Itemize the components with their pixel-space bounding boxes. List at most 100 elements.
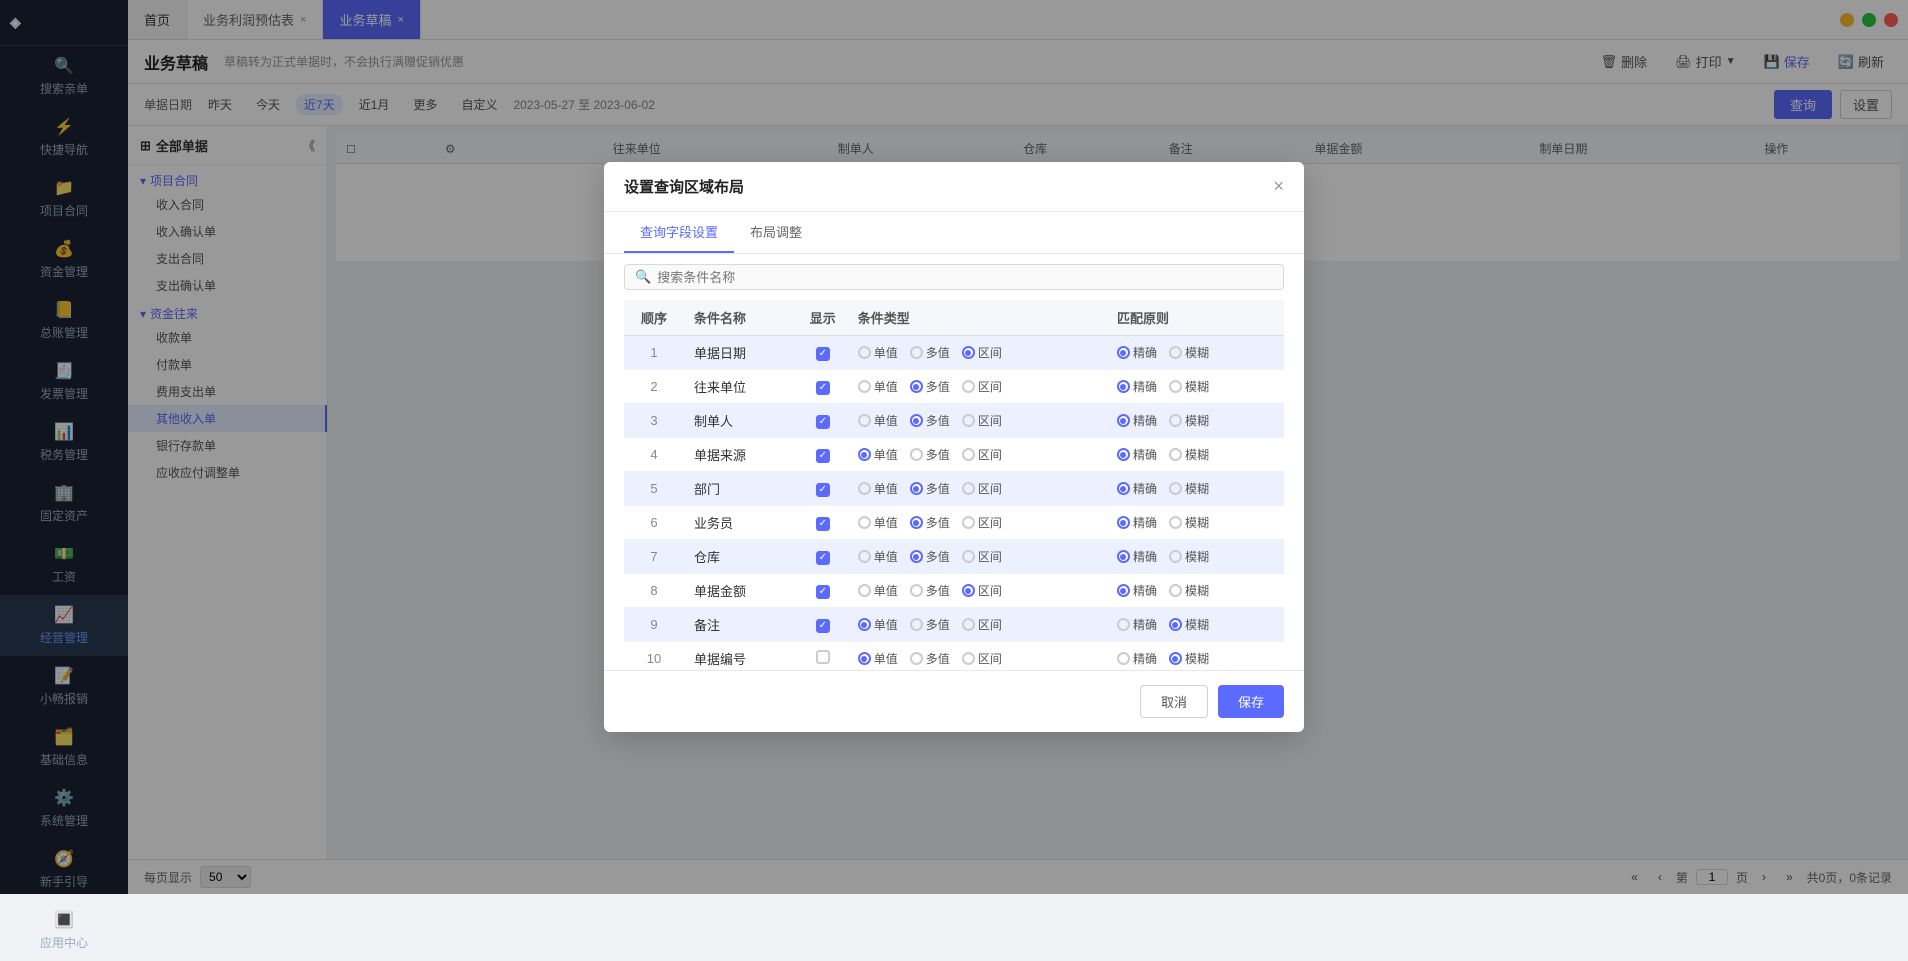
condition-single-radio[interactable]: 单值 (858, 378, 898, 395)
condition-single-radio[interactable]: 单值 (858, 582, 898, 599)
match-fuzzy-radio[interactable]: 模糊 (1169, 548, 1209, 565)
modal-tab-query-fields[interactable]: 查询字段设置 (624, 212, 734, 253)
condition-multi-radio[interactable]: 多值 (910, 412, 950, 429)
condition-range-radio[interactable]: 区间 (962, 480, 1002, 497)
checkbox-checked[interactable] (816, 347, 830, 361)
radio-circle (858, 380, 871, 393)
row-show-checkbox[interactable] (798, 404, 848, 438)
condition-multi-radio[interactable]: 多值 (910, 650, 950, 667)
match-exact-radio[interactable]: 精确 (1117, 344, 1157, 361)
match-exact-radio[interactable]: 精确 (1117, 378, 1157, 395)
condition-range-radio[interactable]: 区间 (962, 412, 1002, 429)
condition-single-radio[interactable]: 单值 (858, 548, 898, 565)
condition-single-radio[interactable]: 单值 (858, 514, 898, 531)
modal-close-button[interactable]: × (1273, 176, 1284, 197)
checkbox-checked[interactable] (816, 551, 830, 565)
condition-multi-radio[interactable]: 多值 (910, 344, 950, 361)
match-fuzzy-radio[interactable]: 模糊 (1169, 650, 1209, 667)
condition-multi-radio[interactable]: 多值 (910, 616, 950, 633)
row-condition-type: 单值多值区间 (848, 506, 1107, 540)
match-fuzzy-radio[interactable]: 模糊 (1169, 344, 1209, 361)
row-condition-type: 单值多值区间 (848, 574, 1107, 608)
condition-single-radio[interactable]: 单值 (858, 344, 898, 361)
condition-range-radio[interactable]: 区间 (962, 514, 1002, 531)
radio-circle (1117, 414, 1130, 427)
condition-single-radio[interactable]: 单值 (858, 616, 898, 633)
match-exact-radio[interactable]: 精确 (1117, 412, 1157, 429)
row-show-checkbox[interactable] (798, 472, 848, 506)
row-show-checkbox[interactable] (798, 540, 848, 574)
match-exact-radio[interactable]: 精确 (1117, 480, 1157, 497)
condition-range-radio[interactable]: 区间 (962, 446, 1002, 463)
checkbox-checked[interactable] (816, 619, 830, 633)
row-show-checkbox[interactable] (798, 642, 848, 671)
checkbox-checked[interactable] (816, 449, 830, 463)
radio-circle (1117, 346, 1130, 359)
condition-single-radio[interactable]: 单值 (858, 650, 898, 667)
condition-multi-radio[interactable]: 多值 (910, 378, 950, 395)
row-show-checkbox[interactable] (798, 336, 848, 370)
row-condition-name: 单据日期 (684, 336, 798, 370)
condition-multi-radio[interactable]: 多值 (910, 480, 950, 497)
radio-circle (962, 550, 975, 563)
condition-single-radio[interactable]: 单值 (858, 412, 898, 429)
radio-circle (962, 448, 975, 461)
checkbox-checked[interactable] (816, 585, 830, 599)
match-principle-group: 精确模糊 (1117, 616, 1274, 633)
row-condition-type: 单值多值区间 (848, 336, 1107, 370)
radio-circle (1117, 618, 1130, 631)
condition-single-radio[interactable]: 单值 (858, 446, 898, 463)
row-condition-type: 单值多值区间 (848, 438, 1107, 472)
row-show-checkbox[interactable] (798, 370, 848, 404)
row-order: 1 (624, 336, 684, 370)
checkbox-checked[interactable] (816, 483, 830, 497)
checkbox-checked[interactable] (816, 415, 830, 429)
row-show-checkbox[interactable] (798, 574, 848, 608)
match-exact-radio[interactable]: 精确 (1117, 650, 1157, 667)
checkbox-checked[interactable] (816, 517, 830, 531)
row-order: 10 (624, 642, 684, 671)
condition-single-radio[interactable]: 单值 (858, 480, 898, 497)
match-exact-radio[interactable]: 精确 (1117, 446, 1157, 463)
search-input[interactable] (657, 270, 897, 285)
row-condition-name: 备注 (684, 608, 798, 642)
row-show-checkbox[interactable] (798, 438, 848, 472)
cancel-button[interactable]: 取消 (1140, 685, 1208, 718)
condition-range-radio[interactable]: 区间 (962, 650, 1002, 667)
condition-range-radio[interactable]: 区间 (962, 378, 1002, 395)
row-order: 2 (624, 370, 684, 404)
row-match-principle: 精确模糊 (1107, 574, 1284, 608)
condition-multi-radio[interactable]: 多值 (910, 582, 950, 599)
match-exact-radio[interactable]: 精确 (1117, 548, 1157, 565)
modal-col-condition: 条件类型 (848, 300, 1107, 336)
match-fuzzy-radio[interactable]: 模糊 (1169, 412, 1209, 429)
save-confirm-button[interactable]: 保存 (1218, 685, 1284, 718)
row-show-checkbox[interactable] (798, 506, 848, 540)
radio-circle (1117, 652, 1130, 665)
condition-range-radio[interactable]: 区间 (962, 548, 1002, 565)
apps-icon: 🔳 (54, 910, 74, 930)
condition-multi-radio[interactable]: 多值 (910, 514, 950, 531)
sidebar-item-label: 应用中心 (40, 934, 88, 951)
match-fuzzy-radio[interactable]: 模糊 (1169, 378, 1209, 395)
checkbox-unchecked[interactable] (816, 650, 830, 664)
match-exact-radio[interactable]: 精确 (1117, 582, 1157, 599)
checkbox-checked[interactable] (816, 381, 830, 395)
modal-col-order: 顺序 (624, 300, 684, 336)
condition-multi-radio[interactable]: 多值 (910, 446, 950, 463)
match-fuzzy-radio[interactable]: 模糊 (1169, 616, 1209, 633)
match-exact-radio[interactable]: 精确 (1117, 514, 1157, 531)
condition-range-radio[interactable]: 区间 (962, 344, 1002, 361)
condition-range-radio[interactable]: 区间 (962, 616, 1002, 633)
sidebar-item-apps[interactable]: 🔳 应用中心 (0, 900, 128, 961)
match-fuzzy-radio[interactable]: 模糊 (1169, 446, 1209, 463)
match-fuzzy-radio[interactable]: 模糊 (1169, 514, 1209, 531)
match-fuzzy-radio[interactable]: 模糊 (1169, 582, 1209, 599)
modal-tab-layout[interactable]: 布局调整 (734, 212, 818, 253)
match-exact-radio[interactable]: 精确 (1117, 616, 1157, 633)
condition-range-radio[interactable]: 区间 (962, 582, 1002, 599)
condition-multi-radio[interactable]: 多值 (910, 548, 950, 565)
radio-circle (962, 346, 975, 359)
row-show-checkbox[interactable] (798, 608, 848, 642)
match-fuzzy-radio[interactable]: 模糊 (1169, 480, 1209, 497)
